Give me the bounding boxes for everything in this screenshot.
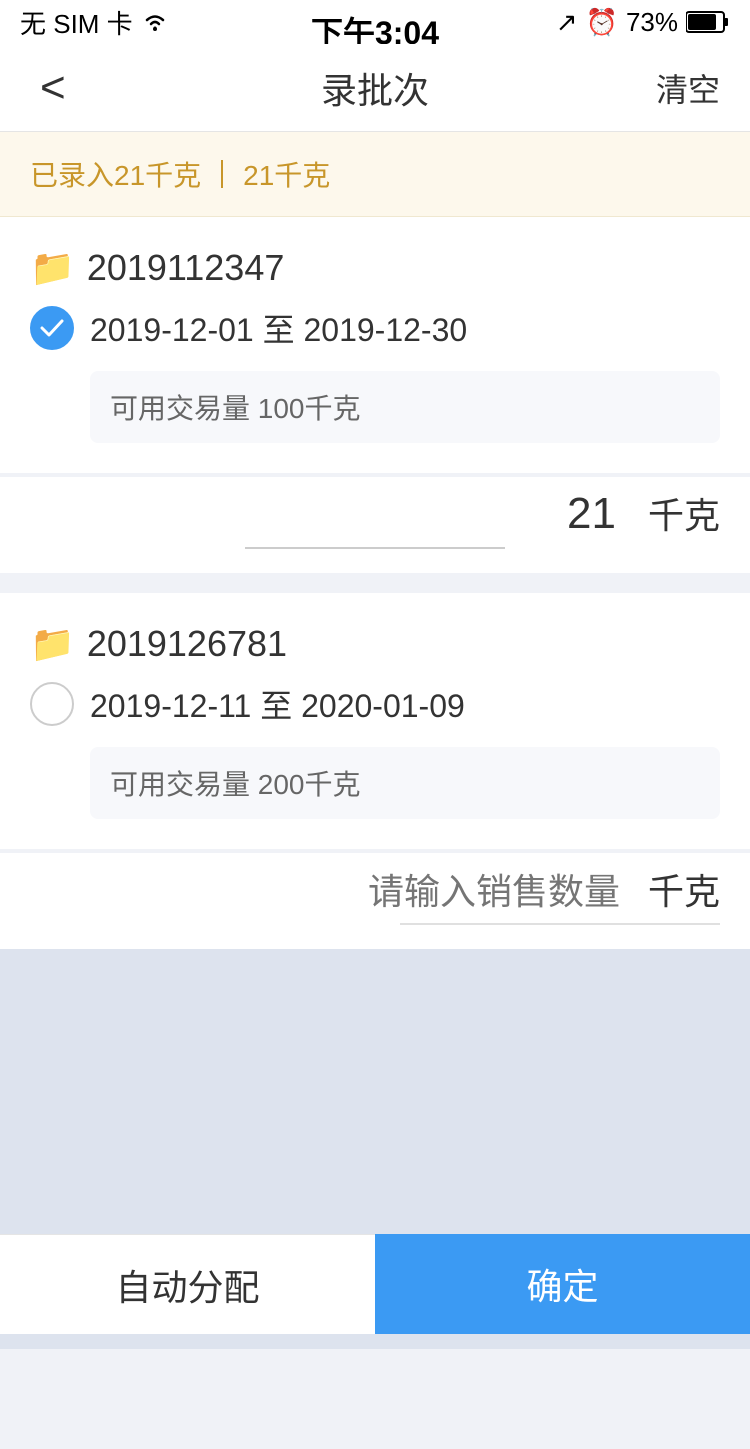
status-left: 无 SIM 卡 <box>20 4 169 41</box>
section-gap-1 <box>0 573 750 593</box>
confirm-button[interactable]: 确定 <box>375 1234 750 1334</box>
status-bar: 无 SIM 卡 下午3:04 ↗ ⏰ 73% <box>0 0 750 44</box>
radio-2[interactable] <box>30 682 74 726</box>
alarm-icon: ⏰ <box>586 7 618 38</box>
carrier-text: 无 SIM 卡 <box>20 4 133 41</box>
quantity-input-2[interactable] <box>30 871 632 913</box>
clear-button[interactable]: 清空 <box>656 65 720 111</box>
page-title: 录批次 <box>321 62 429 114</box>
quantity-value-1: 21 <box>567 489 616 539</box>
batch-availability-2: 可用交易量 200千克 <box>90 747 720 819</box>
footer: 自动分配 确定 <box>0 1234 750 1334</box>
batch-date-1: 2019-12-01 至 2019-12-30 <box>90 305 467 351</box>
input-unit-2: 千克 <box>648 863 720 915</box>
batch-id-1: 2019112347 <box>87 247 285 289</box>
info-banner: 已录入21千克 21千克 <box>0 132 750 217</box>
batch-id-row-1: 📁 2019112347 <box>30 247 720 289</box>
batch-card-1: 📁 2019112347 2019-12-01 至 2019-12-30 可用交… <box>0 217 750 473</box>
quantity-input-area-1: 21 千克 <box>0 477 750 573</box>
battery-percent: 73% <box>626 7 678 38</box>
batch-icon-1: 📁 <box>30 247 75 289</box>
batch-date-row-1[interactable]: 2019-12-01 至 2019-12-30 <box>30 305 720 351</box>
wifi-icon <box>141 12 169 32</box>
location-icon: ↗ <box>556 7 578 38</box>
back-button[interactable]: < <box>30 53 76 123</box>
auto-distribute-button[interactable]: 自动分配 <box>0 1234 375 1334</box>
batch-date-row-2[interactable]: 2019-12-11 至 2020-01-09 <box>30 681 720 727</box>
info-recorded: 已录入21千克 <box>30 154 201 194</box>
input-divider-2 <box>400 923 720 925</box>
status-right: ↗ ⏰ 73% <box>556 7 730 38</box>
batch-icon-2: 📁 <box>30 623 75 665</box>
batch-card-2: 📁 2019126781 2019-12-11 至 2020-01-09 可用交… <box>0 593 750 849</box>
quantity-unit-1: 千克 <box>648 487 720 539</box>
nav-bar: < 录批次 清空 <box>0 44 750 132</box>
batch-date-2: 2019-12-11 至 2020-01-09 <box>90 681 465 727</box>
radio-1[interactable] <box>30 306 74 350</box>
quantity-divider-1 <box>245 547 505 549</box>
quantity-input-area-2[interactable]: 千克 <box>0 853 750 949</box>
batch-availability-1: 可用交易量 100千克 <box>90 371 720 443</box>
batch-id-2: 2019126781 <box>87 623 287 665</box>
battery-icon <box>686 11 730 33</box>
info-divider <box>221 160 223 188</box>
batch-id-row-2: 📁 2019126781 <box>30 623 720 665</box>
info-value: 21千克 <box>243 154 330 194</box>
